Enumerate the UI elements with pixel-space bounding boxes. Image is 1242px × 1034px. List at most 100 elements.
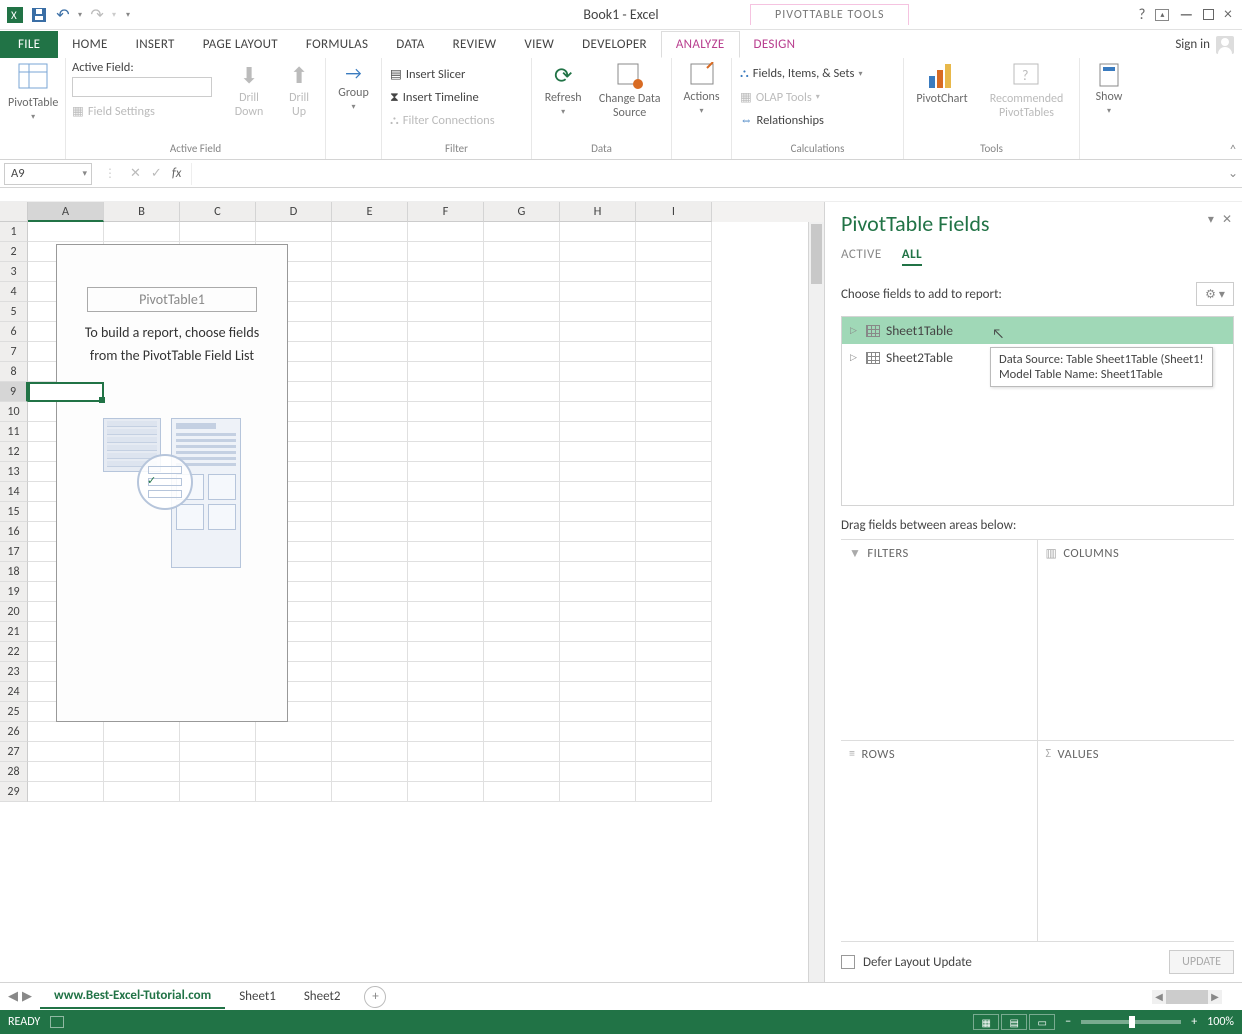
update-button[interactable]: UPDATE xyxy=(1169,950,1234,974)
save-icon[interactable] xyxy=(30,6,48,24)
tab-developer[interactable]: DEVELOPER xyxy=(568,31,661,58)
pane-options-icon[interactable]: ▾ xyxy=(1208,212,1214,227)
collapse-ribbon-icon[interactable]: ^ xyxy=(1230,143,1236,157)
view-page-break-icon[interactable]: ▭ xyxy=(1029,1014,1055,1030)
row-header[interactable]: 27 xyxy=(0,742,28,762)
row-header[interactable]: 3 xyxy=(0,262,28,282)
row-header[interactable]: 7 xyxy=(0,342,28,362)
row-header[interactable]: 9 xyxy=(0,382,28,402)
tab-file[interactable]: FILE xyxy=(0,31,58,58)
insert-timeline-button[interactable]: ⧗Insert Timeline xyxy=(388,88,497,107)
pivottable-placeholder[interactable]: PivotTable1 To build a report, choose fi… xyxy=(56,244,288,722)
pivottable-button[interactable]: PivotTable ▾ xyxy=(6,60,60,124)
sheet-nav-prev-icon[interactable]: ◀ xyxy=(8,989,18,1004)
active-cell[interactable] xyxy=(28,382,104,402)
olap-tools-button[interactable]: ▦OLAP Tools ▾ xyxy=(738,87,864,107)
row-header[interactable]: 10 xyxy=(0,402,28,422)
row-header[interactable]: 25 xyxy=(0,702,28,722)
maximize-icon[interactable] xyxy=(1203,9,1214,20)
formula-input[interactable] xyxy=(191,163,1224,185)
row-header[interactable]: 29 xyxy=(0,782,28,802)
defer-checkbox[interactable] xyxy=(841,955,855,969)
column-header[interactable]: F xyxy=(408,202,484,222)
actions-button[interactable]: Actions ▾ xyxy=(678,60,725,118)
vertical-scrollbar[interactable] xyxy=(808,222,824,982)
row-header[interactable]: 23 xyxy=(0,662,28,682)
row-header[interactable]: 21 xyxy=(0,622,28,642)
fx-icon[interactable]: fx xyxy=(172,166,182,181)
field-table-item[interactable]: ▷ Sheet1Table ↖ Data Source: Table Sheet… xyxy=(842,317,1233,344)
column-header[interactable]: A xyxy=(28,202,104,222)
active-field-input[interactable] xyxy=(72,77,212,97)
zoom-level[interactable]: 100% xyxy=(1207,1015,1234,1029)
area-filters[interactable]: ▼FILTERS xyxy=(841,540,1038,741)
pane-tab-active[interactable]: ACTIVE xyxy=(841,247,882,266)
row-header[interactable]: 13 xyxy=(0,462,28,482)
row-header[interactable]: 6 xyxy=(0,322,28,342)
view-normal-icon[interactable]: ▦ xyxy=(973,1014,999,1030)
tab-view[interactable]: VIEW xyxy=(510,31,568,58)
tab-design[interactable]: DESIGN xyxy=(740,31,810,58)
horizontal-scrollbar[interactable]: ◀▶ xyxy=(386,990,1242,1004)
tab-data[interactable]: DATA xyxy=(382,31,438,58)
pane-close-icon[interactable]: ✕ xyxy=(1222,212,1232,227)
drill-up-button[interactable]: ⬆ Drill Up xyxy=(279,60,319,121)
sheet-tab-link[interactable]: www.Best-Excel-Tutorial.com xyxy=(40,984,225,1009)
row-header[interactable]: 4 xyxy=(0,282,28,302)
tab-home[interactable]: HOME xyxy=(58,31,121,58)
pivotchart-button[interactable]: PivotChart xyxy=(910,60,974,108)
row-header[interactable]: 5 xyxy=(0,302,28,322)
relationships-button[interactable]: ⇔Relationships xyxy=(738,111,864,130)
name-box[interactable]: A9 xyxy=(4,163,92,185)
row-header[interactable]: 2 xyxy=(0,242,28,262)
close-icon[interactable]: × xyxy=(1224,5,1232,24)
row-header[interactable]: 14 xyxy=(0,482,28,502)
row-header[interactable]: 1 xyxy=(0,222,28,242)
redo-icon[interactable]: ↷ xyxy=(88,6,106,24)
row-header[interactable]: 11 xyxy=(0,422,28,442)
help-icon[interactable]: ? xyxy=(1138,6,1145,24)
recommended-pivottables-button[interactable]: ? Recommended PivotTables xyxy=(980,60,1073,122)
field-settings-button[interactable]: ▦ Field Settings xyxy=(72,103,219,119)
sign-in[interactable]: Sign in xyxy=(1167,31,1242,58)
row-header[interactable]: 19 xyxy=(0,582,28,602)
group-button[interactable]: → Group ▾ xyxy=(332,60,375,114)
row-header[interactable]: 17 xyxy=(0,542,28,562)
new-sheet-button[interactable]: + xyxy=(364,986,386,1008)
zoom-in-icon[interactable]: + xyxy=(1191,1015,1197,1029)
column-header[interactable]: C xyxy=(180,202,256,222)
expand-icon[interactable]: ▷ xyxy=(850,325,860,336)
show-button[interactable]: Show ▾ xyxy=(1086,60,1132,118)
row-header[interactable]: 16 xyxy=(0,522,28,542)
sheet-tab[interactable]: Sheet2 xyxy=(290,985,355,1008)
column-header[interactable]: E xyxy=(332,202,408,222)
row-header[interactable]: 8 xyxy=(0,362,28,382)
view-page-layout-icon[interactable]: ▤ xyxy=(1001,1014,1027,1030)
cancel-formula-icon[interactable]: ✕ xyxy=(130,166,141,181)
area-rows[interactable]: ≡ROWS xyxy=(841,741,1038,942)
tab-analyze[interactable]: ANALYZE xyxy=(661,31,740,58)
fields-items-sets-button[interactable]: ⛬Fields, Items, & Sets ▾ xyxy=(738,64,864,83)
row-header[interactable]: 26 xyxy=(0,722,28,742)
expand-icon[interactable]: ▷ xyxy=(850,352,860,363)
zoom-out-icon[interactable]: − xyxy=(1065,1015,1071,1029)
tab-review[interactable]: REVIEW xyxy=(439,31,511,58)
enter-formula-icon[interactable]: ✓ xyxy=(151,166,162,181)
expand-formula-bar-icon[interactable]: ⌄ xyxy=(1224,166,1242,181)
filter-connections-button[interactable]: ⛬Filter Connections xyxy=(388,111,497,130)
drill-down-button[interactable]: ⬇ Drill Down xyxy=(225,60,273,121)
tab-formulas[interactable]: FORMULAS xyxy=(292,31,382,58)
insert-slicer-button[interactable]: ▤Insert Slicer xyxy=(388,64,497,84)
cell-grid[interactable]: PivotTable1 To build a report, choose fi… xyxy=(28,222,808,982)
macro-record-icon[interactable] xyxy=(50,1016,64,1028)
pane-tools-button[interactable]: ⚙ ▾ xyxy=(1196,282,1234,306)
select-all-corner[interactable] xyxy=(0,202,28,222)
column-header[interactable]: G xyxy=(484,202,560,222)
column-header[interactable]: I xyxy=(636,202,712,222)
tab-page-layout[interactable]: PAGE LAYOUT xyxy=(189,31,292,58)
ribbon-display-icon[interactable]: ▴ xyxy=(1155,9,1169,21)
zoom-slider[interactable] xyxy=(1081,1020,1181,1024)
row-header[interactable]: 18 xyxy=(0,562,28,582)
minimize-icon[interactable]: — xyxy=(1179,6,1193,24)
row-header[interactable]: 15 xyxy=(0,502,28,522)
